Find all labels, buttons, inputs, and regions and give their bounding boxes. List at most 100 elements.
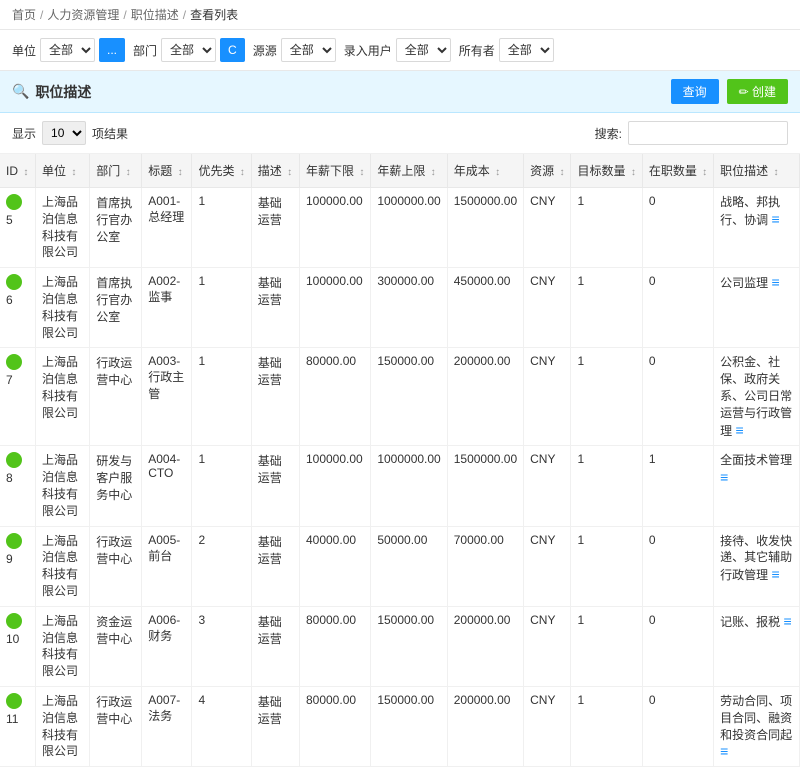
title-value: A007-法务 [148,693,180,723]
expand-icon[interactable]: ≡ [736,422,744,438]
col-active-count[interactable]: 在职数量 ↕ [642,154,713,188]
breadcrumb-jd[interactable]: 职位描述 [131,6,179,23]
status-dot[interactable] [6,533,22,549]
active-count-value: 0 [649,194,656,208]
page-title-icon: 🔍 [12,83,29,100]
col-title[interactable]: 标题 ↕ [142,154,192,188]
results-label: 项结果 [92,125,128,142]
dept-confirm-button[interactable]: C [220,38,245,62]
cell-job-desc: 全面技术管理 ≡ [714,446,800,526]
title-value: A004-CTO [148,452,180,480]
header-buttons: 查询 ✏ 创建 [671,79,788,104]
page-title-text: 职位描述 [35,82,91,102]
search-input[interactable] [628,121,788,145]
cell-target-count: 1 [571,606,642,686]
col-salary-min[interactable]: 年薪下限 ↕ [299,154,370,188]
page-header: 🔍 职位描述 查询 ✏ 创建 [0,71,800,113]
breadcrumb-current: 查看列表 [190,6,238,23]
count-select[interactable]: 10 25 50 [42,121,86,145]
desc-value: 基础运营 [258,356,282,387]
cell-source: CNY [524,348,571,446]
desc-value: 基础运营 [258,454,282,485]
filter-bar: 单位 全部 ... 部门 全部 C 源源 全部 录入用户 全部 所有者 全部 [0,30,800,71]
col-annual-cost[interactable]: 年成本 ↕ [447,154,523,188]
col-unit[interactable]: 单位 ↕ [35,154,89,188]
cell-desc: 基础运营 [251,188,299,268]
cell-unit: 上海品泊信息科技有限公司 [35,268,89,348]
cell-active-count: 1 [642,446,713,526]
cell-target-count: 1 [571,526,642,606]
col-desc[interactable]: 描述 ↕ [251,154,299,188]
col-id[interactable]: ID ↕ [0,154,35,188]
breadcrumb-hr[interactable]: 人力资源管理 [47,6,119,23]
owner-filter-group: 所有者 全部 [459,38,554,62]
cell-desc: 基础运营 [251,686,299,766]
col-dept[interactable]: 部门 ↕ [90,154,142,188]
expand-icon[interactable]: ≡ [772,566,780,582]
status-dot[interactable] [6,693,22,709]
cell-desc: 基础运营 [251,268,299,348]
salary-max-value: 1000000.00 [377,452,440,466]
breadcrumb-home[interactable]: 首页 [12,6,36,23]
expand-icon[interactable]: ≡ [772,211,780,227]
unit-select[interactable]: 全部 [40,38,95,62]
expand-icon[interactable]: ≡ [772,274,780,290]
cell-annual-cost: 450000.00 [447,268,523,348]
desc-value: 基础运营 [258,535,282,566]
source-select[interactable]: 全部 [281,38,336,62]
col-target-count[interactable]: 目标数量 ↕ [571,154,642,188]
source-value: CNY [530,533,555,547]
cell-annual-cost: 1500000.00 [447,188,523,268]
cell-title: A001-总经理 [142,188,192,268]
status-dot[interactable] [6,452,22,468]
cell-id: 9 [0,526,35,606]
cell-active-count: 0 [642,686,713,766]
status-dot[interactable] [6,613,22,629]
cell-priority: 2 [192,526,251,606]
col-job-desc[interactable]: 职位描述 ↕ [714,154,800,188]
cell-title: A006-财务 [142,606,192,686]
cell-salary-min: 80000.00 [299,606,370,686]
priority-value: 1 [198,274,205,288]
job-desc-text: 公司监理 [720,276,768,290]
status-dot[interactable] [6,194,22,210]
unit-confirm-button[interactable]: ... [99,38,125,62]
create-button[interactable]: ✏ 创建 [727,79,788,104]
target-count-value: 1 [577,354,584,368]
col-salary-max[interactable]: 年薪上限 ↕ [371,154,447,188]
query-button[interactable]: 查询 [671,79,719,104]
expand-icon[interactable]: ≡ [784,613,792,629]
col-source[interactable]: 资源 ↕ [524,154,571,188]
job-desc-text: 记账、报税 [720,615,780,629]
job-desc-text: 接待、收发快递、其它辅助行政管理 [720,534,792,583]
title-value: A003-行政主管 [148,354,184,401]
status-dot[interactable] [6,274,22,290]
active-count-value: 0 [649,533,656,547]
job-description-table: ID ↕ 单位 ↕ 部门 ↕ 标题 ↕ 优先类 ↕ 描述 ↕ 年薪下限 ↕ 年薪… [0,154,800,767]
breadcrumb-sep1: / [40,8,43,22]
title-value: A006-财务 [148,613,180,643]
expand-icon[interactable]: ≡ [720,743,728,759]
owner-select[interactable]: 全部 [499,38,554,62]
salary-max-value: 50000.00 [377,533,427,547]
priority-value: 1 [198,354,205,368]
import-select[interactable]: 全部 [396,38,451,62]
cell-id: 5 [0,188,35,268]
col-priority[interactable]: 优先类 ↕ [192,154,251,188]
company-name: 上海品泊信息科技有限公司 [42,195,78,259]
cell-dept: 行政运营中心 [90,686,142,766]
search-box: 搜索: [595,121,788,145]
active-count-value: 1 [649,452,656,466]
cell-target-count: 1 [571,348,642,446]
expand-icon[interactable]: ≡ [720,469,728,485]
status-dot[interactable] [6,354,22,370]
salary-max-value: 300000.00 [377,274,434,288]
dept-name: 行政运营中心 [96,695,132,726]
cell-annual-cost: 200000.00 [447,606,523,686]
cell-unit: 上海品泊信息科技有限公司 [35,686,89,766]
dept-select[interactable]: 全部 [161,38,216,62]
priority-value: 1 [198,452,205,466]
cell-dept: 首席执行官办公室 [90,188,142,268]
company-name: 上海品泊信息科技有限公司 [42,453,78,517]
source-value: CNY [530,194,555,208]
